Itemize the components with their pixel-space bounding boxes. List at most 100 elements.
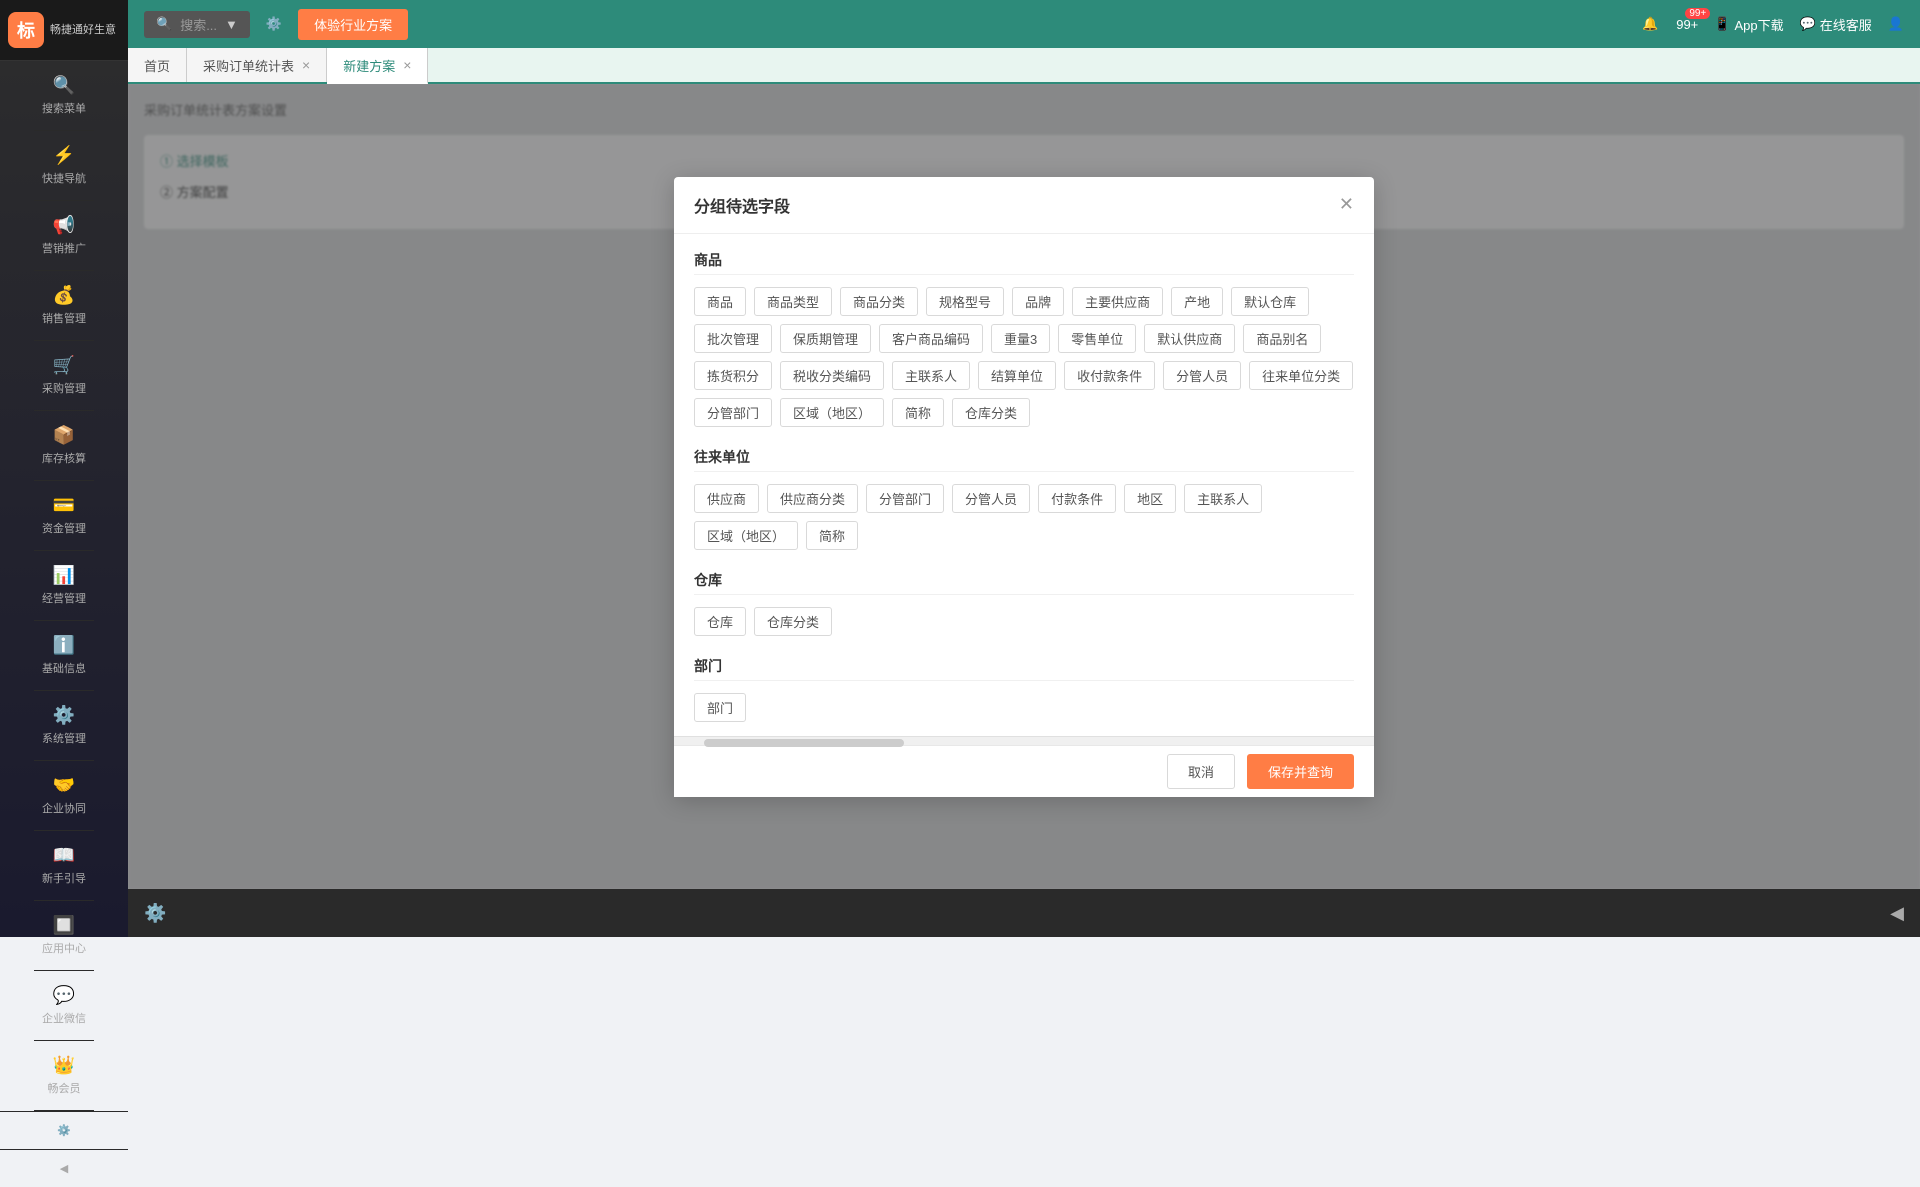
field-tag-3-0[interactable]: 部门	[694, 693, 746, 722]
sidebar-logo: 标 畅捷通好生意	[0, 0, 128, 61]
field-tag-1-1[interactable]: 供应商分类	[767, 484, 858, 513]
sidebar-item-5[interactable]: 📦库存核算	[34, 411, 94, 481]
field-tag-0-10[interactable]: 客户商品编码	[879, 324, 983, 353]
field-tag-0-9[interactable]: 保质期管理	[780, 324, 871, 353]
sidebar-item-9[interactable]: ⚙️系统管理	[34, 691, 94, 761]
field-tag-0-19[interactable]: 收付款条件	[1064, 361, 1155, 390]
field-tag-1-0[interactable]: 供应商	[694, 484, 759, 513]
field-tag-1-6[interactable]: 主联系人	[1184, 484, 1262, 513]
field-tag-0-24[interactable]: 简称	[892, 398, 944, 427]
sidebar-icon-13: 💬	[53, 985, 75, 1006]
logo-text: 畅捷通好生意	[50, 23, 116, 37]
sidebar-item-10[interactable]: 🤝企业协同	[34, 761, 94, 831]
field-tag-0-8[interactable]: 批次管理	[694, 324, 772, 353]
field-tag-0-7[interactable]: 默认仓库	[1231, 287, 1309, 316]
notification-btn[interactable]: 🔔 99+ 99+	[1642, 16, 1698, 32]
bottom-settings-icon[interactable]: ⚙️	[144, 903, 166, 924]
field-tag-0-17[interactable]: 主联系人	[892, 361, 970, 390]
tab-home[interactable]: 首页	[128, 48, 187, 82]
field-tag-1-7[interactable]: 区域（地区）	[694, 521, 798, 550]
avatar-icon: 👤	[1888, 16, 1904, 32]
field-tag-1-5[interactable]: 地区	[1124, 484, 1176, 513]
field-tag-0-12[interactable]: 零售单位	[1058, 324, 1136, 353]
field-tag-0-20[interactable]: 分管人员	[1163, 361, 1241, 390]
field-tag-0-23[interactable]: 区域（地区）	[780, 398, 884, 427]
sidebar-label-2: 营销推广	[42, 240, 86, 256]
sidebar-item-3[interactable]: 💰销售管理	[34, 271, 94, 341]
sidebar-item-12[interactable]: 🔲应用中心	[34, 901, 94, 971]
sidebar-icon-6: 💳	[53, 495, 75, 516]
hscroll-thumb	[704, 739, 904, 747]
header: 🔍 搜索... ▼ ⚙️ 体验行业方案 🔔 99+ 99+ 📱 App下载 💬	[128, 0, 1920, 48]
logo-icon: 标	[8, 12, 44, 48]
field-tag-0-1[interactable]: 商品类型	[754, 287, 832, 316]
experience-btn[interactable]: 体验行业方案	[298, 9, 408, 40]
sidebar-collapse[interactable]: ◀	[0, 1149, 128, 1187]
download-icon: 📱	[1714, 16, 1730, 32]
section-1: 往来单位供应商供应商分类分管部门分管人员付款条件地区主联系人区域（地区） 简称	[694, 447, 1354, 550]
field-tag-0-6[interactable]: 产地	[1171, 287, 1223, 316]
sidebar-item-4[interactable]: 🛒采购管理	[34, 341, 94, 411]
sidebar-item-0[interactable]: 🔍搜索菜单	[34, 61, 94, 131]
tab-close-purchase[interactable]: ×	[302, 57, 310, 73]
field-tag-1-4[interactable]: 付款条件	[1038, 484, 1116, 513]
field-tag-0-22[interactable]: 分管部门	[694, 398, 772, 427]
field-tag-0-15[interactable]: 拣货积分	[694, 361, 772, 390]
tag-group-0: 商品商品类型商品分类规格型号品牌主要供应商产地默认仓库批次管理保质期管理客户商品…	[694, 287, 1354, 427]
field-tag-0-25[interactable]: 仓库分类	[952, 398, 1030, 427]
field-tag-0-13[interactable]: 默认供应商	[1144, 324, 1235, 353]
confirm-button[interactable]: 保存并查询	[1247, 754, 1354, 789]
sidebar-item-7[interactable]: 📊 经营管理	[34, 551, 94, 621]
modal-title: 分组待选字段	[694, 193, 790, 217]
sidebar-item-8[interactable]: ℹ️基础信息	[34, 621, 94, 691]
field-tag-2-1[interactable]: 仓库分类	[754, 607, 832, 636]
search-bar[interactable]: 🔍 搜索... ▼	[144, 11, 250, 38]
field-tag-1-3[interactable]: 分管人员	[952, 484, 1030, 513]
sidebar-item-1[interactable]: ⚡快捷导航	[34, 131, 94, 201]
sidebar-label-8: 基础信息	[42, 660, 86, 676]
modal-close-btn[interactable]: ✕	[1339, 194, 1354, 215]
page-content: 采购订单统计表方案设置 ① 选择模板 ② 方案配置 分组待选字段 ✕ 商品商品商…	[128, 84, 1920, 889]
sidebar-item-14[interactable]: 👑畅会员	[34, 1041, 94, 1111]
field-tag-0-18[interactable]: 结算单位	[978, 361, 1056, 390]
field-tag-0-14[interactable]: 商品别名	[1243, 324, 1321, 353]
field-tag-0-0[interactable]: 商品	[694, 287, 746, 316]
settings-gear[interactable]: ⚙️	[266, 16, 282, 32]
field-tag-0-2[interactable]: 商品分类	[840, 287, 918, 316]
field-select-modal: 分组待选字段 ✕ 商品商品商品类型商品分类规格型号品牌主要供应商产地默认仓库批次…	[674, 177, 1374, 797]
sidebar-settings[interactable]: ⚙️	[0, 1111, 128, 1149]
sidebar-label-1: 快捷导航	[42, 170, 86, 186]
sidebar-item-13[interactable]: 💬 企业微信	[34, 971, 94, 1041]
online-service-btn[interactable]: 💬 在线客服	[1800, 15, 1872, 34]
field-tag-0-5[interactable]: 主要供应商	[1072, 287, 1163, 316]
modal-footer: 取消 保存并查询	[674, 745, 1374, 797]
tag-group-3: 部门	[694, 693, 1354, 722]
field-tag-0-11[interactable]: 重量3	[991, 324, 1050, 353]
cancel-button[interactable]: 取消	[1167, 754, 1235, 789]
modal-hscroll[interactable]	[674, 736, 1374, 745]
field-tag-0-4[interactable]: 品牌	[1012, 287, 1064, 316]
sidebar-item-11[interactable]: 📖新手引导	[34, 831, 94, 901]
section-0: 商品商品商品类型商品分类规格型号品牌主要供应商产地默认仓库批次管理保质期管理客户…	[694, 250, 1354, 427]
service-icon: 💬	[1800, 16, 1816, 32]
sidebar-item-6[interactable]: 💳 资金管理	[34, 481, 94, 551]
tab-purchase-stats[interactable]: 采购订单统计表 ×	[187, 48, 327, 82]
sidebar-item-2[interactable]: 📢营销推广	[34, 201, 94, 271]
sidebar-label-6: 资金管理	[42, 520, 86, 536]
field-tag-2-0[interactable]: 仓库	[694, 607, 746, 636]
bottom-collapse-icon[interactable]: ◀	[1890, 903, 1904, 924]
tab-new-plan[interactable]: 新建方案 ×	[327, 48, 428, 84]
notification-badge: 99+	[1685, 8, 1710, 19]
sidebar-icon-7: 📊	[53, 565, 75, 586]
app-download-btn[interactable]: 📱 App下载	[1714, 15, 1783, 34]
field-tag-0-21[interactable]: 往来单位分类	[1249, 361, 1353, 390]
field-tag-0-16[interactable]: 税收分类编码	[780, 361, 884, 390]
field-tag-1-2[interactable]: 分管部门	[866, 484, 944, 513]
section-title-1: 往来单位	[694, 447, 1354, 472]
field-tag-0-3[interactable]: 规格型号	[926, 287, 1004, 316]
field-tag-1-8[interactable]: 简称	[806, 521, 858, 550]
sidebar-label-13: 企业微信	[42, 1010, 86, 1026]
sidebar-label-7: 经营管理	[42, 590, 86, 606]
tab-close-new-plan[interactable]: ×	[403, 57, 411, 73]
user-avatar[interactable]: 👤	[1888, 16, 1904, 32]
